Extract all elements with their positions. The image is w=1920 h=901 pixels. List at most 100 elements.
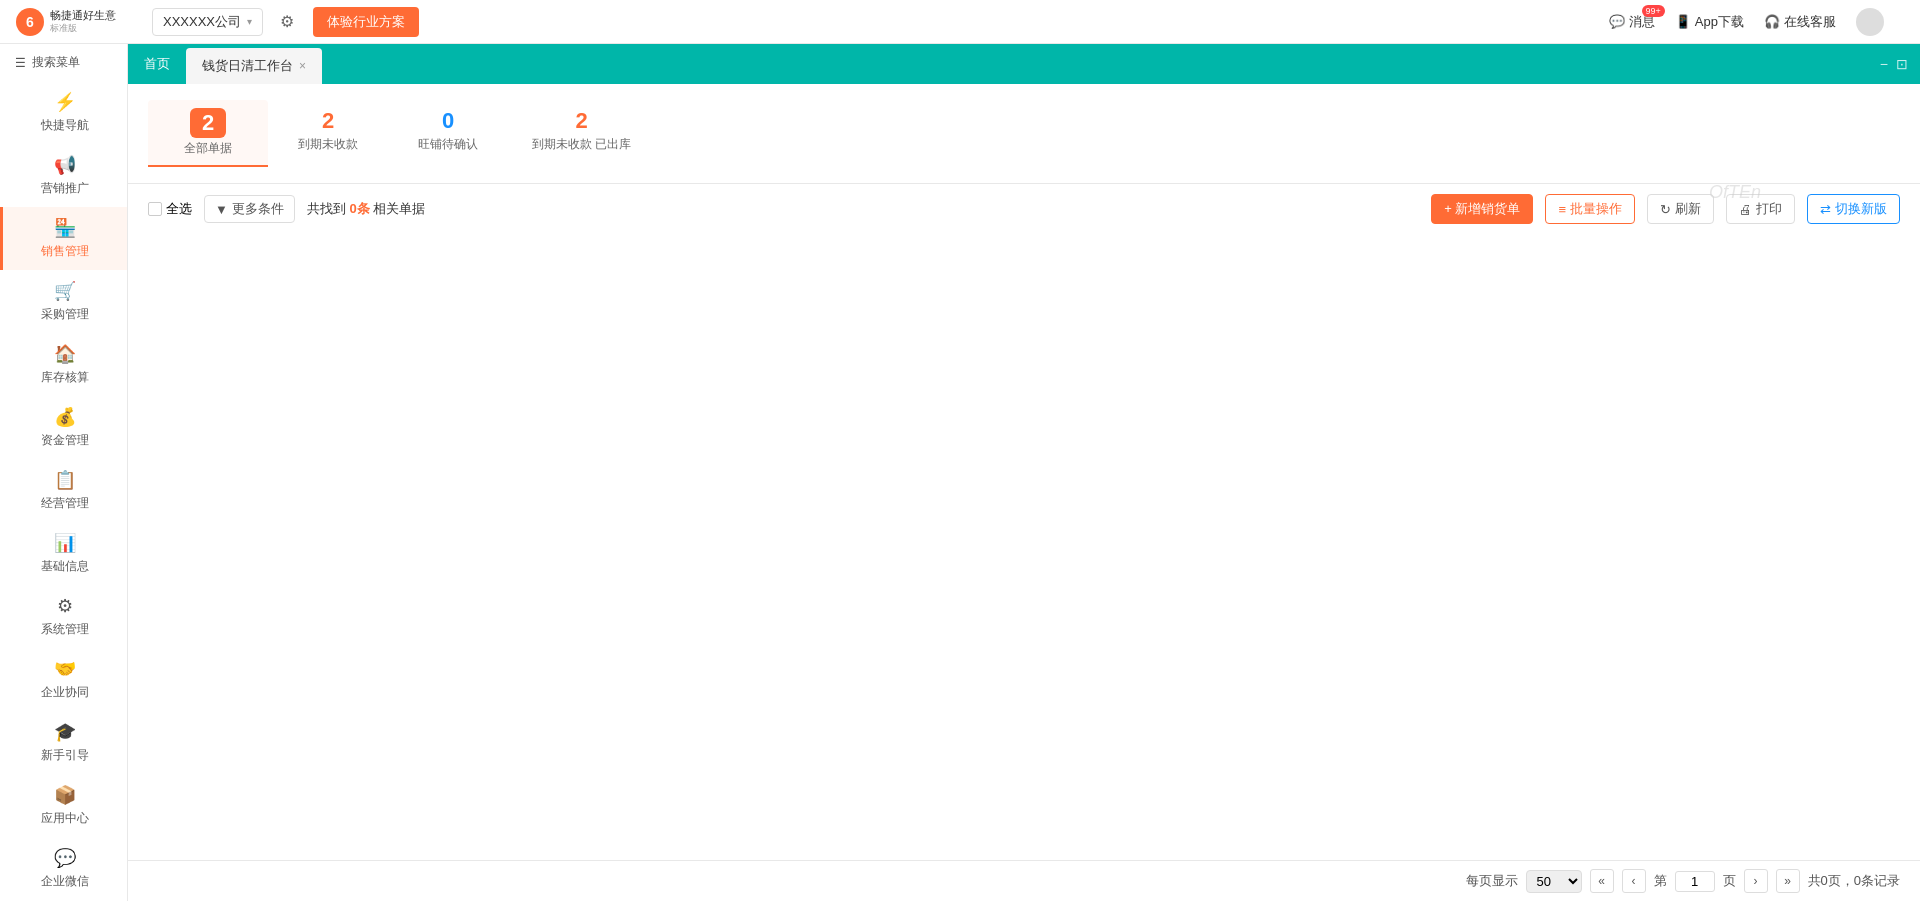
stats-bar: 2 全部单据 2 到期未收款 0 旺铺待确认 2 到期未收款 已出库: [128, 84, 1920, 183]
main-layout: ☰ 搜索菜单 ⚡ 快捷导航 📢 营销推广 🏪 销售管理 🛒 采购管理 🏠 库存核…: [0, 44, 1920, 901]
stat-card-pending[interactable]: 0 旺铺待确认: [388, 100, 508, 167]
sidebar-item-sales[interactable]: 🏪 销售管理: [0, 207, 127, 270]
prev-page-button[interactable]: ‹: [1622, 869, 1646, 893]
more-filter-button[interactable]: ▼ 更多条件: [204, 195, 295, 223]
sidebar-item-inventory[interactable]: 🏠 库存核算: [0, 333, 127, 396]
company-selector[interactable]: XXXXXX公司 ▾: [152, 8, 263, 36]
top-right-area: 💬 消息 99+ 📱 App下载 🎧 在线客服: [1609, 8, 1904, 36]
toolbar-left: 全选 ▼ 更多条件 共找到 0条 相关单据: [148, 195, 425, 223]
trial-button[interactable]: 体验行业方案: [313, 7, 419, 37]
found-count: 0条: [350, 201, 370, 216]
checkbox-icon[interactable]: [148, 202, 162, 216]
stat-card-all[interactable]: 2 全部单据: [148, 100, 268, 167]
operation-icon: 📋: [54, 469, 76, 491]
avatar[interactable]: [1856, 8, 1884, 36]
company-dropdown-icon: ▾: [247, 16, 252, 27]
sidebar-item-system[interactable]: ⚙ 系统管理: [0, 585, 127, 648]
marketing-icon: 📢: [54, 154, 76, 176]
first-page-button[interactable]: «: [1590, 869, 1614, 893]
sidebar-item-purchase[interactable]: 🛒 采购管理: [0, 270, 127, 333]
tab-home-label: 首页: [144, 55, 170, 73]
pagination-bar: 每页显示 50 100 200 « ‹ 第 页 › » 共0页，0条记录: [128, 860, 1920, 901]
top-bar: 6 畅捷通好生意 标准版 XXXXXX公司 ▾ ⚙ 体验行业方案 💬 消息 99…: [0, 0, 1920, 44]
sidebar-item-finance[interactable]: 💰 资金管理: [0, 396, 127, 459]
stat-num-all: 2: [190, 108, 226, 138]
stat-card-overdue-out[interactable]: 2 到期未收款 已出库: [508, 100, 655, 167]
toolbar: 全选 ▼ 更多条件 共找到 0条 相关单据 + 新增销货单: [128, 183, 1920, 234]
gear-icon: ⚙: [280, 12, 294, 31]
sidebar-item-operation[interactable]: 📋 经营管理: [0, 459, 127, 522]
sidebar-item-marketing[interactable]: 📢 营销推广: [0, 144, 127, 207]
page-content: 2 全部单据 2 到期未收款 0 旺铺待确认 2 到期未收款 已出库: [128, 84, 1920, 901]
app-center-icon: 📦: [54, 784, 76, 806]
sidebar-item-cooperation[interactable]: 🤝 企业协同: [0, 648, 127, 711]
select-all-checkbox[interactable]: 全选: [148, 200, 192, 218]
page-size-label: 每页显示: [1466, 872, 1518, 890]
sidebar-item-quick-nav[interactable]: ⚡ 快捷导航: [0, 81, 127, 144]
tab-home[interactable]: 首页: [128, 44, 186, 84]
stat-label-overdue-out: 到期未收款 已出库: [532, 136, 631, 153]
batch-operation-button[interactable]: ≡ 批量操作: [1545, 194, 1635, 224]
app-download-button[interactable]: 📱 App下载: [1675, 13, 1744, 31]
sales-icon: 🏪: [54, 217, 76, 239]
switch-icon: ⇄: [1820, 202, 1831, 217]
stat-num-overdue-out: 2: [576, 108, 588, 134]
tab-work-bench-label: 钱货日清工作台: [202, 57, 293, 75]
tab-actions: − ⊡: [1880, 56, 1920, 72]
refresh-button[interactable]: ↻ 刷新: [1647, 194, 1714, 224]
next-page-button[interactable]: ›: [1744, 869, 1768, 893]
print-icon: 🖨: [1739, 202, 1752, 217]
filter-icon: ▼: [215, 202, 228, 217]
print-button[interactable]: 🖨 打印: [1726, 194, 1795, 224]
download-icon: 📱: [1675, 14, 1691, 29]
settings-button[interactable]: ⚙: [273, 8, 301, 36]
finance-icon: 💰: [54, 406, 76, 428]
logo-icon: 6: [16, 8, 44, 36]
search-icon: ☰: [15, 56, 26, 70]
stat-label-all: 全部单据: [184, 140, 232, 157]
sidebar-item-wechat[interactable]: 💬 企业微信: [0, 837, 127, 900]
select-all-label: 全选: [166, 200, 192, 218]
tab-close-icon[interactable]: ×: [299, 59, 306, 73]
batch-icon: ≡: [1558, 202, 1566, 217]
cooperation-icon: 🤝: [54, 658, 76, 680]
stat-label-pending: 旺铺待确认: [418, 136, 478, 153]
tab-restore-button[interactable]: ⊡: [1896, 56, 1908, 72]
logo-area: 6 畅捷通好生意 标准版: [16, 8, 144, 36]
toolbar-right: + 新增销货单 ≡ 批量操作 ↻ 刷新 🖨 打印 ⇄: [1431, 194, 1900, 224]
online-service-button[interactable]: 🎧 在线客服: [1764, 13, 1836, 31]
message-icon: 💬: [1609, 14, 1625, 29]
page-label: 第: [1654, 872, 1667, 890]
message-badge: 99+: [1642, 5, 1665, 17]
service-icon: 🎧: [1764, 14, 1780, 29]
switch-version-button[interactable]: ⇄ 切换新版: [1807, 194, 1900, 224]
page-size-select[interactable]: 50 100 200: [1526, 870, 1582, 893]
logo-text: 畅捷通好生意: [50, 8, 116, 22]
new-sales-order-button[interactable]: + 新增销货单: [1431, 194, 1533, 224]
content-area: 首页 钱货日清工作台 × − ⊡ 2 全部单据 2 到期未收款: [128, 44, 1920, 901]
found-text: 共找到 0条 相关单据: [307, 200, 425, 218]
sidebar-item-basic-info[interactable]: 📊 基础信息: [0, 522, 127, 585]
sidebar-item-app-center[interactable]: 📦 应用中心: [0, 774, 127, 837]
quick-nav-icon: ⚡: [54, 91, 76, 113]
basic-info-icon: 📊: [54, 532, 76, 554]
table-area: [128, 234, 1920, 860]
system-icon: ⚙: [57, 595, 73, 617]
company-name: XXXXXX公司: [163, 13, 241, 31]
wechat-icon: 💬: [54, 847, 76, 869]
purchase-icon: 🛒: [54, 280, 76, 302]
page-number-input[interactable]: [1675, 871, 1715, 892]
guide-icon: 🎓: [54, 721, 76, 743]
stat-card-overdue[interactable]: 2 到期未收款: [268, 100, 388, 167]
total-info: 共0页，0条记录: [1808, 872, 1900, 890]
sidebar-item-guide[interactable]: 🎓 新手引导: [0, 711, 127, 774]
message-button[interactable]: 💬 消息 99+: [1609, 13, 1655, 31]
stat-num-pending: 0: [442, 108, 454, 134]
refresh-icon: ↻: [1660, 202, 1671, 217]
search-menu-item[interactable]: ☰ 搜索菜单: [0, 44, 127, 81]
tab-minimize-button[interactable]: −: [1880, 56, 1888, 72]
stat-label-overdue: 到期未收款: [298, 136, 358, 153]
inventory-icon: 🏠: [54, 343, 76, 365]
tab-work-bench[interactable]: 钱货日清工作台 ×: [186, 48, 322, 84]
last-page-button[interactable]: »: [1776, 869, 1800, 893]
